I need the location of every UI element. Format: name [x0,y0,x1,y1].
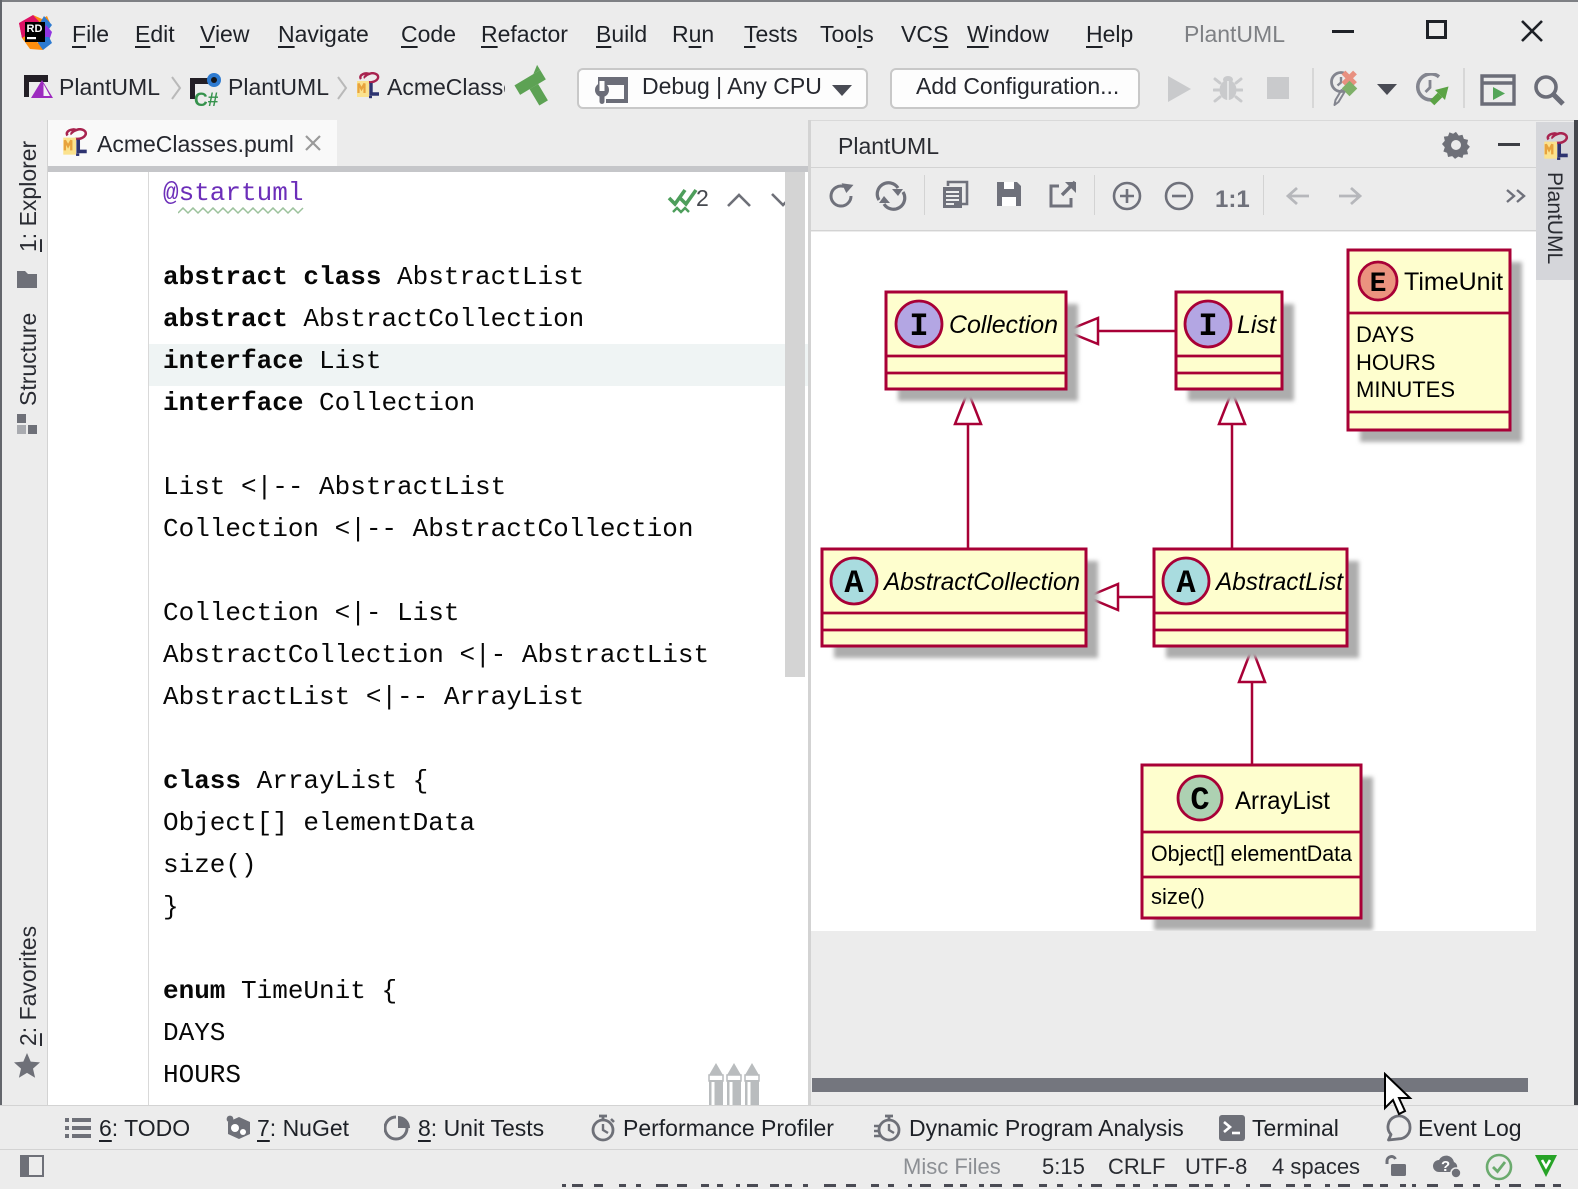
svg-text:DAYS: DAYS [1356,322,1414,347]
svg-text:TimeUnit: TimeUnit [1404,268,1503,296]
svg-text:List: List [1237,311,1277,339]
svg-text:A: A [844,565,864,602]
svg-text:I: I [909,308,928,345]
svg-text:?: ? [1441,1158,1450,1175]
svg-text:A: A [1176,565,1196,602]
svg-text:Collection: Collection [949,311,1058,339]
svg-text:Object[] elementData: Object[] elementData [1151,841,1353,866]
svg-text:C#: C# [194,90,219,110]
svg-text:AbstractCollection: AbstractCollection [882,568,1080,596]
svg-text:size(): size() [1151,884,1205,909]
svg-text:E: E [1370,269,1387,300]
svg-text:AbstractList: AbstractList [1214,568,1344,596]
svg-text:ArrayList: ArrayList [1235,787,1330,815]
svg-text:RD: RD [27,23,43,35]
svg-text:HOURS: HOURS [1356,350,1435,375]
svg-text:C: C [1190,782,1209,819]
svg-text:MINUTES: MINUTES [1356,377,1455,402]
svg-text:I: I [1198,308,1217,345]
